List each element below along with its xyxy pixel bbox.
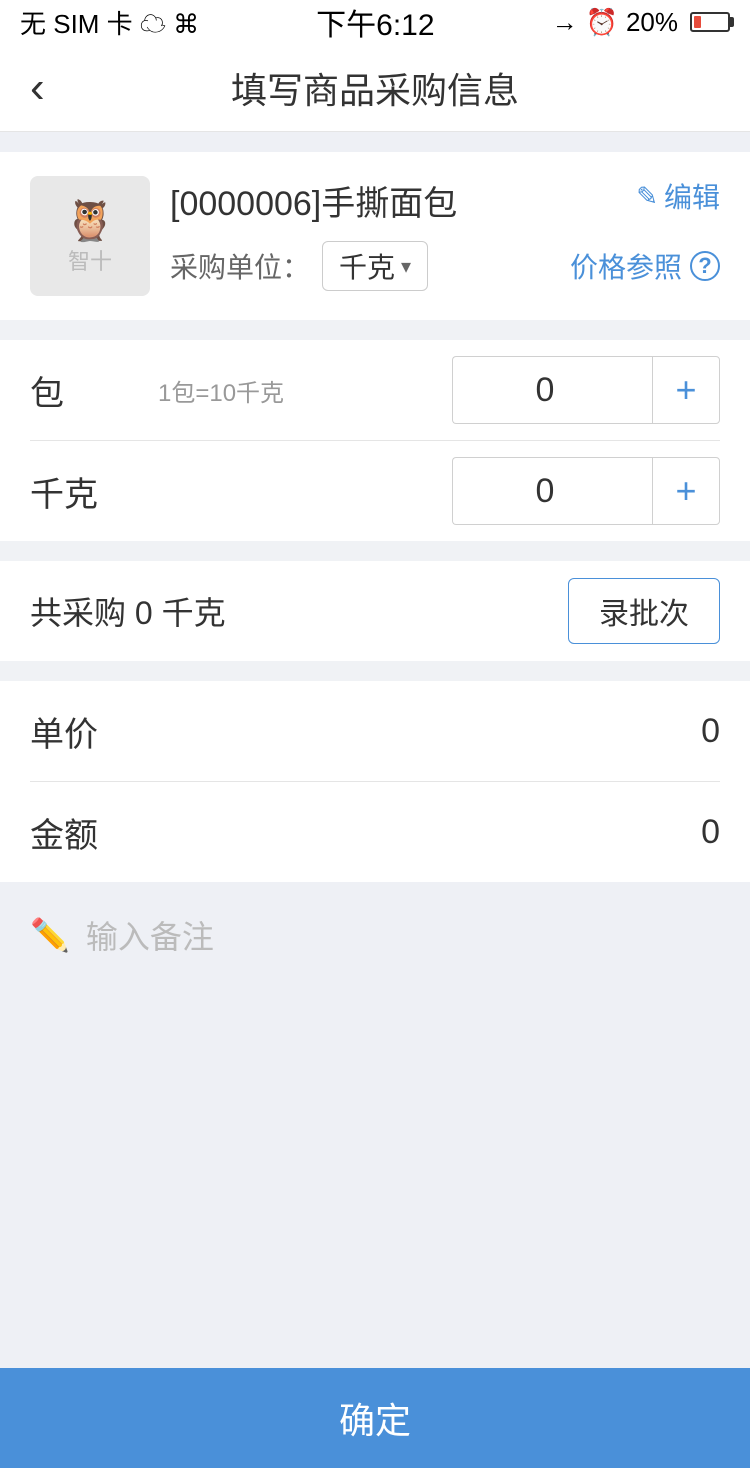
content-area: 🦉 智十 [0000006]手撕面包 采购单位： 千克 ▾ xyxy=(0,132,750,1368)
wifi-icon: ⌘ xyxy=(173,9,199,40)
total-unit-label: 千克 xyxy=(162,595,226,631)
battery-fill xyxy=(694,16,701,28)
section-divider-3 xyxy=(0,661,750,681)
price-section: 单价 0 金额 0 xyxy=(0,681,750,882)
bag-quantity-input[interactable] xyxy=(452,356,652,424)
kg-plus-button[interactable]: + xyxy=(652,457,720,525)
bag-label: 包 xyxy=(30,366,150,415)
bag-input-row: 包 1包=10千克 + xyxy=(0,340,750,440)
price-ref-label: 价格参照 xyxy=(570,246,682,286)
unit-price-label: 单价 xyxy=(30,707,98,756)
status-bar-time: 下午6:12 xyxy=(316,0,434,44)
edit-label: 编辑 xyxy=(664,176,720,216)
product-code: [0000006] xyxy=(170,185,321,223)
kg-input-control: + xyxy=(452,457,720,525)
owl-icon: 🦉 xyxy=(65,197,115,244)
product-image: 🦉 智十 xyxy=(30,176,150,296)
info-icon: ? xyxy=(690,251,720,281)
product-card: 🦉 智十 [0000006]手撕面包 采购单位： 千克 ▾ xyxy=(0,152,750,320)
kg-input-row: 千克 + xyxy=(0,441,750,541)
status-bar-left: 无 SIM 卡 ☁ ⌘ xyxy=(20,4,199,41)
battery-percent: 20% xyxy=(626,7,678,38)
product-meta: 采购单位： 千克 ▾ 价格参照 ? xyxy=(170,241,720,291)
amount-row: 金额 0 xyxy=(0,782,750,882)
unit-value: 千克 xyxy=(339,246,395,286)
battery-icon xyxy=(690,12,730,32)
nav-bar: ‹ 填写商品采购信息 xyxy=(0,44,750,132)
unit-price-row: 单价 0 xyxy=(0,681,750,781)
unit-price-value: 0 xyxy=(701,712,720,751)
dropdown-arrow-icon: ▾ xyxy=(401,254,411,279)
bag-section: 包 1包=10千克 + 千克 + xyxy=(0,340,750,541)
summary-text: 共采购 0 千克 xyxy=(30,588,226,634)
status-bar: 无 SIM 卡 ☁ ⌘ 下午6:12 → ⏰ 20% xyxy=(0,0,750,44)
status-bar-right: → ⏰ 20% xyxy=(552,7,730,38)
bag-plus-button[interactable]: + xyxy=(652,356,720,424)
amount-value: 0 xyxy=(701,813,720,852)
page-title: 填写商品采购信息 xyxy=(231,62,519,114)
unit-label: 采购单位： xyxy=(170,246,310,286)
bag-input-control: + xyxy=(452,356,720,424)
price-ref-button[interactable]: 价格参照 ? xyxy=(570,246,720,286)
back-button[interactable]: ‹ xyxy=(30,66,45,110)
location-icon: → xyxy=(552,7,578,38)
alarm-icon: ⏰ xyxy=(586,7,618,38)
kg-label: 千克 xyxy=(30,467,150,516)
edit-button[interactable]: ✎ 编辑 xyxy=(636,176,720,216)
no-sim-text: 无 SIM 卡 ☁ xyxy=(20,9,166,39)
section-divider-1 xyxy=(0,320,750,340)
owl-text: 智十 xyxy=(68,244,112,276)
total-label: 共采购 xyxy=(30,595,126,631)
edit-icon: ✎ xyxy=(636,181,658,212)
empty-filler xyxy=(0,988,750,1368)
record-batch-button[interactable]: 录批次 xyxy=(568,578,720,644)
summary-row: 共采购 0 千克 录批次 xyxy=(0,561,750,661)
bag-sublabel: 1包=10千克 xyxy=(158,373,284,408)
product-title: 手撕面包 xyxy=(321,185,457,223)
product-unit-row: 采购单位： 千克 ▾ xyxy=(170,241,428,291)
unit-dropdown[interactable]: 千克 ▾ xyxy=(322,241,428,291)
total-amount-value: 0 xyxy=(135,595,153,631)
section-divider-2 xyxy=(0,541,750,561)
amount-label: 金额 xyxy=(30,808,98,857)
pencil-icon: ✏️ xyxy=(30,916,70,954)
confirm-button[interactable]: 确定 xyxy=(0,1368,750,1468)
kg-quantity-input[interactable] xyxy=(452,457,652,525)
notes-placeholder: 输入备注 xyxy=(86,912,214,958)
notes-area[interactable]: ✏️ 输入备注 xyxy=(0,882,750,988)
